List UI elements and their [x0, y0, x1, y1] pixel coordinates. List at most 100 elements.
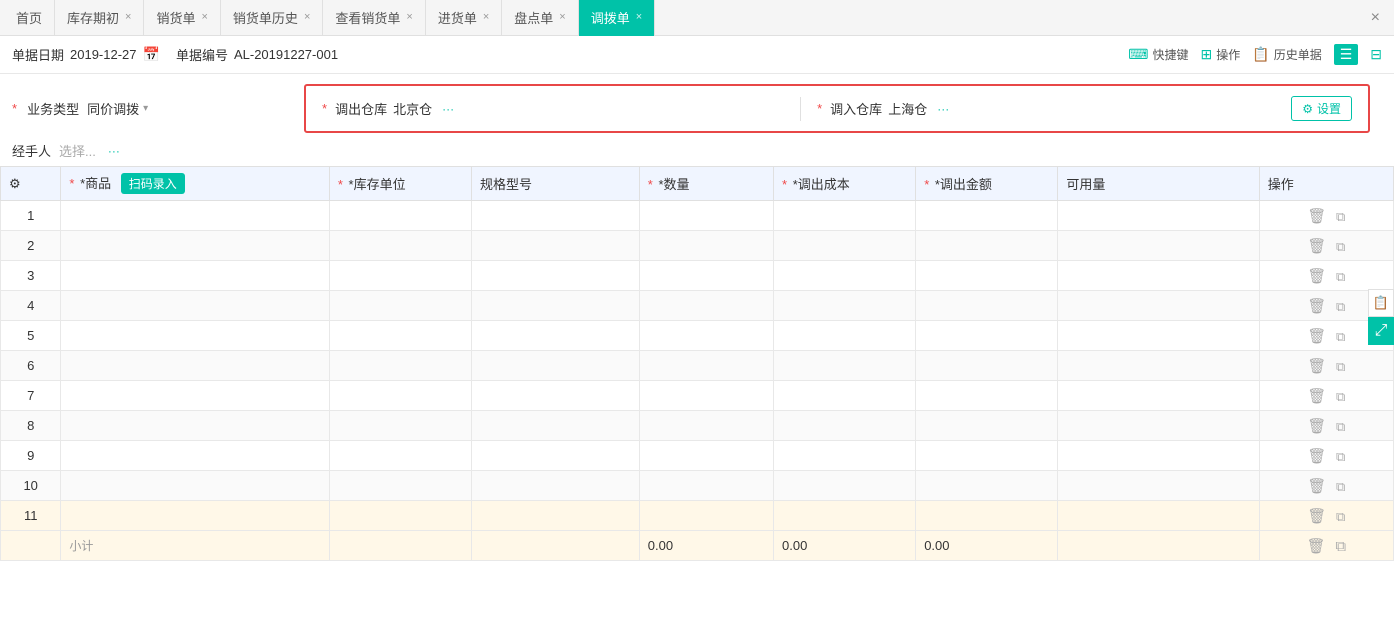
row-amount-8[interactable]: [916, 411, 1058, 441]
row-amount-1[interactable]: [916, 201, 1058, 231]
row-qty-5[interactable]: [639, 321, 773, 351]
row-product-11[interactable]: [61, 501, 329, 531]
row-spec-9[interactable]: [472, 441, 640, 471]
tab-transfer-close[interactable]: ×: [636, 12, 642, 23]
table-container[interactable]: ⚙ * *商品 扫码录入 * *库存单位 规格型号 *: [0, 166, 1394, 561]
row-spec-2[interactable]: [472, 231, 640, 261]
row-qty-3[interactable]: [639, 261, 773, 291]
delete-icon-4[interactable]: 🗑: [1307, 298, 1326, 315]
row-qty-4[interactable]: [639, 291, 773, 321]
handler-select[interactable]: 选择...: [59, 141, 96, 160]
copy-icon-5[interactable]: ⧉: [1336, 329, 1345, 344]
delete-icon-1[interactable]: 🗑: [1307, 208, 1326, 225]
tab-inventory-init[interactable]: 库存期初 ×: [55, 0, 144, 36]
copy-icon-3[interactable]: ⧉: [1336, 269, 1345, 284]
row-available-9[interactable]: [1058, 441, 1259, 471]
delete-icon-3[interactable]: 🗑: [1307, 268, 1326, 285]
row-unit-7[interactable]: [329, 381, 471, 411]
row-product-1[interactable]: [61, 201, 329, 231]
handler-more[interactable]: ···: [108, 144, 120, 158]
layout-button[interactable]: ☰: [1334, 44, 1359, 65]
tab-transfer[interactable]: 调拨单 ×: [579, 0, 655, 36]
calendar-icon[interactable]: 📅: [143, 46, 160, 63]
delete-icon-6[interactable]: 🗑: [1307, 358, 1326, 375]
row-cost-9[interactable]: [774, 441, 916, 471]
row-product-5[interactable]: [61, 321, 329, 351]
row-qty-2[interactable]: [639, 231, 773, 261]
scan-button[interactable]: 扫码录入: [121, 173, 185, 194]
tab-inventory-init-close[interactable]: ×: [125, 12, 131, 23]
subtotal-delete-icon[interactable]: 🗑: [1307, 538, 1326, 555]
copy-icon-9[interactable]: ⧉: [1336, 449, 1345, 464]
tab-sales-order[interactable]: 销货单 ×: [144, 0, 220, 36]
row-amount-7[interactable]: [916, 381, 1058, 411]
history-button[interactable]: 📋 历史单据: [1252, 46, 1321, 63]
delete-icon-11[interactable]: 🗑: [1307, 508, 1326, 525]
row-qty-10[interactable]: [639, 471, 773, 501]
row-unit-4[interactable]: [329, 291, 471, 321]
row-product-6[interactable]: [61, 351, 329, 381]
copy-icon-8[interactable]: ⧉: [1336, 419, 1345, 434]
close-all-button[interactable]: ×: [1361, 0, 1390, 36]
row-product-8[interactable]: [61, 411, 329, 441]
business-type-select[interactable]: 同价调拨 ▾: [87, 99, 148, 118]
row-amount-11[interactable]: [916, 501, 1058, 531]
row-product-10[interactable]: [61, 471, 329, 501]
copy-icon-11[interactable]: ⧉: [1336, 509, 1345, 524]
delete-icon-7[interactable]: 🗑: [1307, 388, 1326, 405]
copy-icon-7[interactable]: ⧉: [1336, 389, 1345, 404]
th-gear[interactable]: ⚙: [1, 167, 61, 201]
operations-button[interactable]: ⊞ 操作: [1201, 46, 1241, 63]
tab-stocktake[interactable]: 盘点单 ×: [502, 0, 578, 36]
tab-stocktake-close[interactable]: ×: [559, 12, 565, 23]
row-product-3[interactable]: [61, 261, 329, 291]
delete-icon-8[interactable]: 🗑: [1307, 418, 1326, 435]
row-cost-3[interactable]: [774, 261, 916, 291]
row-cost-6[interactable]: [774, 351, 916, 381]
row-cost-7[interactable]: [774, 381, 916, 411]
row-product-9[interactable]: [61, 441, 329, 471]
row-available-5[interactable]: [1058, 321, 1259, 351]
copy-icon-4[interactable]: ⧉: [1336, 299, 1345, 314]
row-qty-9[interactable]: [639, 441, 773, 471]
row-available-11[interactable]: [1058, 501, 1259, 531]
row-product-4[interactable]: [61, 291, 329, 321]
copy-icon-6[interactable]: ⧉: [1336, 359, 1345, 374]
row-amount-10[interactable]: [916, 471, 1058, 501]
delete-icon-2[interactable]: 🗑: [1307, 238, 1326, 255]
tab-purchase-order-close[interactable]: ×: [483, 12, 489, 23]
note-float-button[interactable]: 📋: [1368, 289, 1394, 317]
row-unit-8[interactable]: [329, 411, 471, 441]
delete-icon-10[interactable]: 🗑: [1307, 478, 1326, 495]
row-unit-6[interactable]: [329, 351, 471, 381]
row-amount-2[interactable]: [916, 231, 1058, 261]
row-amount-5[interactable]: [916, 321, 1058, 351]
subtotal-copy-icon[interactable]: ⧉: [1335, 538, 1346, 555]
row-amount-3[interactable]: [916, 261, 1058, 291]
row-unit-1[interactable]: [329, 201, 471, 231]
tab-view-sales[interactable]: 查看销货单 ×: [323, 0, 425, 36]
tab-sales-order-close[interactable]: ×: [201, 12, 207, 23]
row-qty-1[interactable]: [639, 201, 773, 231]
row-cost-1[interactable]: [774, 201, 916, 231]
row-cost-5[interactable]: [774, 321, 916, 351]
row-spec-10[interactable]: [472, 471, 640, 501]
copy-icon-10[interactable]: ⧉: [1336, 479, 1345, 494]
row-available-2[interactable]: [1058, 231, 1259, 261]
row-product-2[interactable]: [61, 231, 329, 261]
row-available-4[interactable]: [1058, 291, 1259, 321]
row-available-10[interactable]: [1058, 471, 1259, 501]
row-amount-9[interactable]: [916, 441, 1058, 471]
tab-purchase-order[interactable]: 进货单 ×: [426, 0, 502, 36]
row-cost-4[interactable]: [774, 291, 916, 321]
row-qty-6[interactable]: [639, 351, 773, 381]
row-spec-4[interactable]: [472, 291, 640, 321]
row-spec-1[interactable]: [472, 201, 640, 231]
row-spec-3[interactable]: [472, 261, 640, 291]
row-amount-6[interactable]: [916, 351, 1058, 381]
row-cost-10[interactable]: [774, 471, 916, 501]
shortcuts-button[interactable]: ⌨ 快捷键: [1128, 46, 1188, 63]
row-unit-11[interactable]: [329, 501, 471, 531]
row-unit-3[interactable]: [329, 261, 471, 291]
delete-icon-9[interactable]: 🗑: [1307, 448, 1326, 465]
